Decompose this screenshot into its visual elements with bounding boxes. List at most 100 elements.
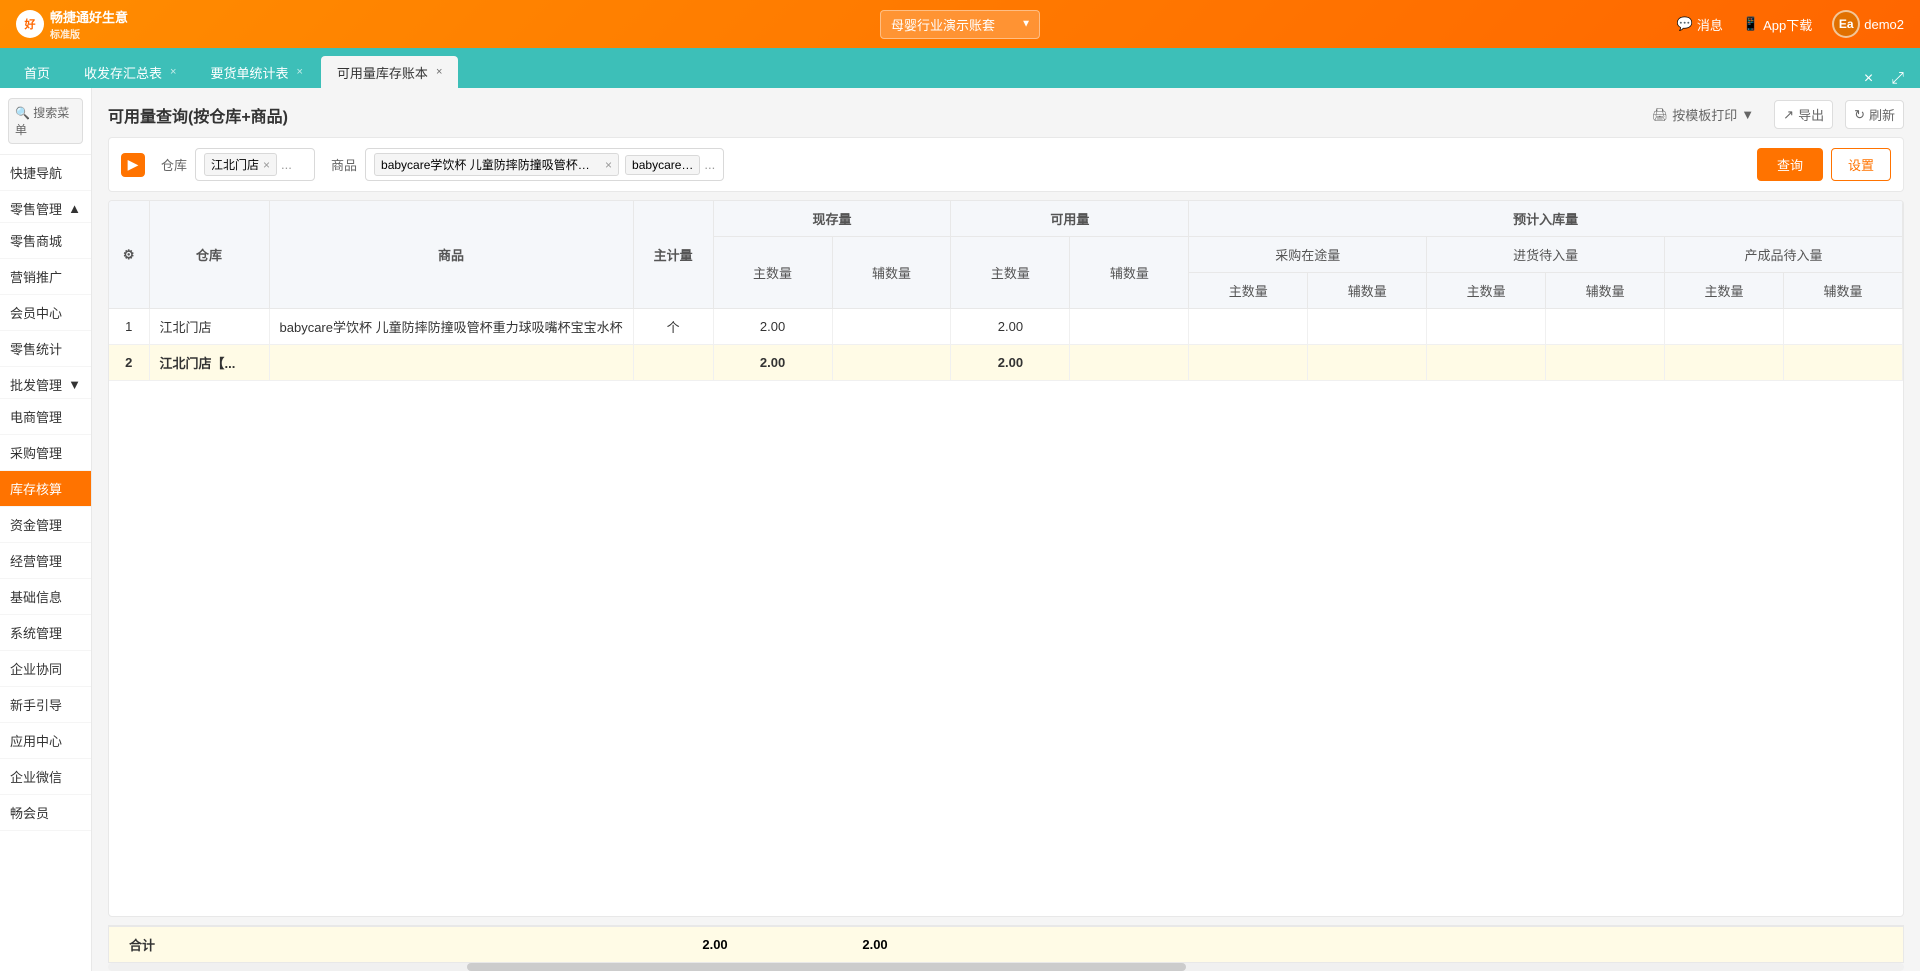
row-index: 1	[109, 309, 149, 345]
sidebar-item-enterprise-collab[interactable]: 企业协同	[0, 651, 91, 687]
main-table-container: ⚙ 仓库 商品 主计量 现存量 可用量 预计入库量 主数量 辅数量 主数量 辅数…	[108, 200, 1904, 917]
refresh-btn[interactable]: ↻ 刷新	[1845, 100, 1904, 129]
finished-header: 产成品待入量	[1665, 237, 1903, 273]
table-footer: 合计 2.00 2.00	[108, 925, 1904, 963]
sidebar-item-system-mgmt[interactable]: 系统管理	[0, 615, 91, 651]
sidebar-item-ecom-mgmt[interactable]: 电商管理	[0, 399, 91, 435]
table-row: 1 江北门店 babycare学饮杯 儿童防摔防撞吸管杯重力球吸嘴杯宝宝水杯 个…	[109, 309, 1903, 345]
phone-icon: 📱	[1743, 16, 1759, 32]
sidebar-item-members[interactable]: 会员中心	[0, 295, 91, 331]
close-icon[interactable]: ×	[170, 66, 176, 78]
settings-column-header[interactable]: ⚙	[109, 201, 149, 309]
sidebar-item-retail-mgmt[interactable]: 零售管理 ▲	[0, 191, 91, 223]
product-tag2: babycare…	[625, 155, 700, 175]
sidebar-item-basic-info[interactable]: 基础信息	[0, 579, 91, 615]
filter-bar: ▶ 仓库 江北门店 × ... 商品 babycare学饮杯 儿童防摔防撞吸管杯…	[108, 137, 1904, 192]
warehouse-label: 仓库	[161, 155, 187, 174]
row-unit: 个	[633, 309, 713, 345]
top-bar: 好 畅捷通好生意 标准版 母婴行业演示账套 ▼ 💬 消息 📱 App下载 Ea …	[0, 0, 1920, 48]
sidebar-item-member-vip[interactable]: 畅会员	[0, 795, 91, 831]
sidebar-item-new-guide[interactable]: 新手引导	[0, 687, 91, 723]
product-input[interactable]: babycare学饮杯 儿童防摔防撞吸管杯重力球吸嘴杯宝宝水杯 × babyca…	[365, 148, 724, 181]
table-header-row1: ⚙ 仓库 商品 主计量 现存量 可用量 预计入库量	[109, 201, 1903, 237]
chevron-icon: ▲	[68, 201, 81, 216]
sidebar-item-quick-nav[interactable]: 快捷导航	[0, 155, 91, 191]
message-btn[interactable]: 💬 消息	[1677, 15, 1723, 34]
sidebar-item-app-center[interactable]: 应用中心	[0, 723, 91, 759]
purchase-aux-header: 辅数量	[1308, 273, 1427, 309]
expand-tabs-btn[interactable]: ⤢	[1883, 70, 1912, 88]
subtotal-unit	[633, 345, 713, 381]
sidebar-item-wholesale-mgmt[interactable]: 批发管理 ▼	[0, 367, 91, 399]
subtotal-index: 2	[109, 345, 149, 381]
main-layout: 🔍 搜索菜单 快捷导航 零售管理 ▲ 零售商城 营销推广 会员中心 零售统计 批…	[0, 88, 1920, 971]
stock-main-header: 主数量	[713, 237, 832, 309]
sidebar-item-finance[interactable]: 资金管理	[0, 507, 91, 543]
subtotal-product	[269, 345, 633, 381]
subtotal-incoming-main	[1427, 345, 1546, 381]
chevron-down-icon: ▼	[1741, 107, 1754, 122]
row-warehouse: 江北门店	[149, 309, 269, 345]
tab-home[interactable]: 首页	[8, 56, 66, 88]
more-product-btn[interactable]: ...	[704, 157, 715, 172]
remove-product-tag1-btn[interactable]: ×	[605, 158, 612, 172]
subtotal-row: 2 江北门店【... 2.00 2.00	[109, 345, 1903, 381]
industry-selector[interactable]: 母婴行业演示账套 ▼	[880, 10, 1040, 39]
close-icon[interactable]: ×	[436, 66, 442, 78]
avatar: Ea	[1832, 10, 1860, 38]
unit-column-header: 主计量	[633, 201, 713, 309]
tab-collect-summary[interactable]: 收发存汇总表 ×	[68, 56, 192, 88]
warehouse-column-header: 仓库	[149, 201, 269, 309]
sidebar-item-operations[interactable]: 经营管理	[0, 543, 91, 579]
close-all-tabs-btn[interactable]: ×	[1856, 70, 1881, 88]
subtotal-incoming-aux	[1546, 345, 1665, 381]
sidebar-item-retail-mall[interactable]: 零售商城	[0, 223, 91, 259]
sidebar-search-area: 🔍 搜索菜单	[0, 88, 91, 155]
row-incoming-aux	[1546, 309, 1665, 345]
refresh-icon: ↻	[1854, 107, 1865, 123]
stock-aux-header: 辅数量	[832, 237, 951, 309]
row-purchase-aux	[1308, 309, 1427, 345]
page-actions: 🖨 按模板打印 ▼ ↗ 导出 ↻ 刷新	[1644, 100, 1904, 129]
filter-toggle-btn[interactable]: ▶	[121, 153, 145, 177]
chevron-down-icon: ▼	[1021, 19, 1031, 30]
warehouse-tag: 江北门店 ×	[204, 153, 277, 176]
table-body: 1 江北门店 babycare学饮杯 儿童防摔防撞吸管杯重力球吸嘴杯宝宝水杯 个…	[109, 309, 1903, 381]
sidebar-item-inventory[interactable]: 库存核算	[0, 471, 91, 507]
scrollbar-thumb[interactable]	[467, 963, 1185, 971]
setting-btn[interactable]: 设置	[1831, 148, 1891, 181]
forecast-column-header: 预计入库量	[1189, 201, 1903, 237]
subtotal-stock-main: 2.00	[713, 345, 832, 381]
sidebar-item-enterprise-wechat[interactable]: 企业微信	[0, 759, 91, 795]
row-stock-aux	[832, 309, 951, 345]
subtotal-available-aux	[1070, 345, 1189, 381]
tab-available-stock[interactable]: 可用量库存账本 ×	[321, 56, 458, 88]
sidebar-item-marketing[interactable]: 营销推广	[0, 259, 91, 295]
subtotal-warehouse: 江北门店【...	[149, 345, 269, 381]
sidebar: 🔍 搜索菜单 快捷导航 零售管理 ▲ 零售商城 营销推广 会员中心 零售统计 批…	[0, 88, 92, 971]
sidebar-item-purchase-mgmt[interactable]: 采购管理	[0, 435, 91, 471]
row-product: babycare学饮杯 儿童防摔防撞吸管杯重力球吸嘴杯宝宝水杯	[269, 309, 633, 345]
row-finished-aux	[1784, 309, 1903, 345]
more-warehouse-btn[interactable]: ...	[281, 157, 292, 172]
print-btn[interactable]: 🖨 按模板打印 ▼	[1644, 101, 1762, 128]
footer-available-main: 2.00	[835, 937, 915, 952]
export-icon: ↗	[1783, 107, 1794, 123]
query-btn[interactable]: 查询	[1757, 148, 1823, 181]
search-menu-btn[interactable]: 🔍 搜索菜单	[8, 98, 83, 144]
sidebar-item-retail-stats[interactable]: 零售统计	[0, 331, 91, 367]
app-download-btn[interactable]: 📱 App下载	[1743, 15, 1812, 34]
user-profile[interactable]: Ea demo2	[1832, 10, 1904, 38]
page-header: 可用量查询(按仓库+商品) 🖨 按模板打印 ▼ ↗ 导出 ↻ 刷新	[92, 88, 1920, 137]
warehouse-input[interactable]: 江北门店 × ...	[195, 148, 315, 181]
row-available-aux	[1070, 309, 1189, 345]
export-btn[interactable]: ↗ 导出	[1774, 100, 1833, 129]
printer-icon: 🖨	[1652, 107, 1669, 123]
close-icon[interactable]: ×	[296, 66, 302, 78]
available-main-header: 主数量	[951, 237, 1070, 309]
tab-order-stats[interactable]: 要货单统计表 ×	[194, 56, 318, 88]
horizontal-scrollbar[interactable]	[108, 963, 1904, 971]
logo-text-block: 畅捷通好生意 标准版	[50, 7, 128, 41]
remove-warehouse-tag-btn[interactable]: ×	[263, 158, 270, 172]
available-aux-header: 辅数量	[1070, 237, 1189, 309]
